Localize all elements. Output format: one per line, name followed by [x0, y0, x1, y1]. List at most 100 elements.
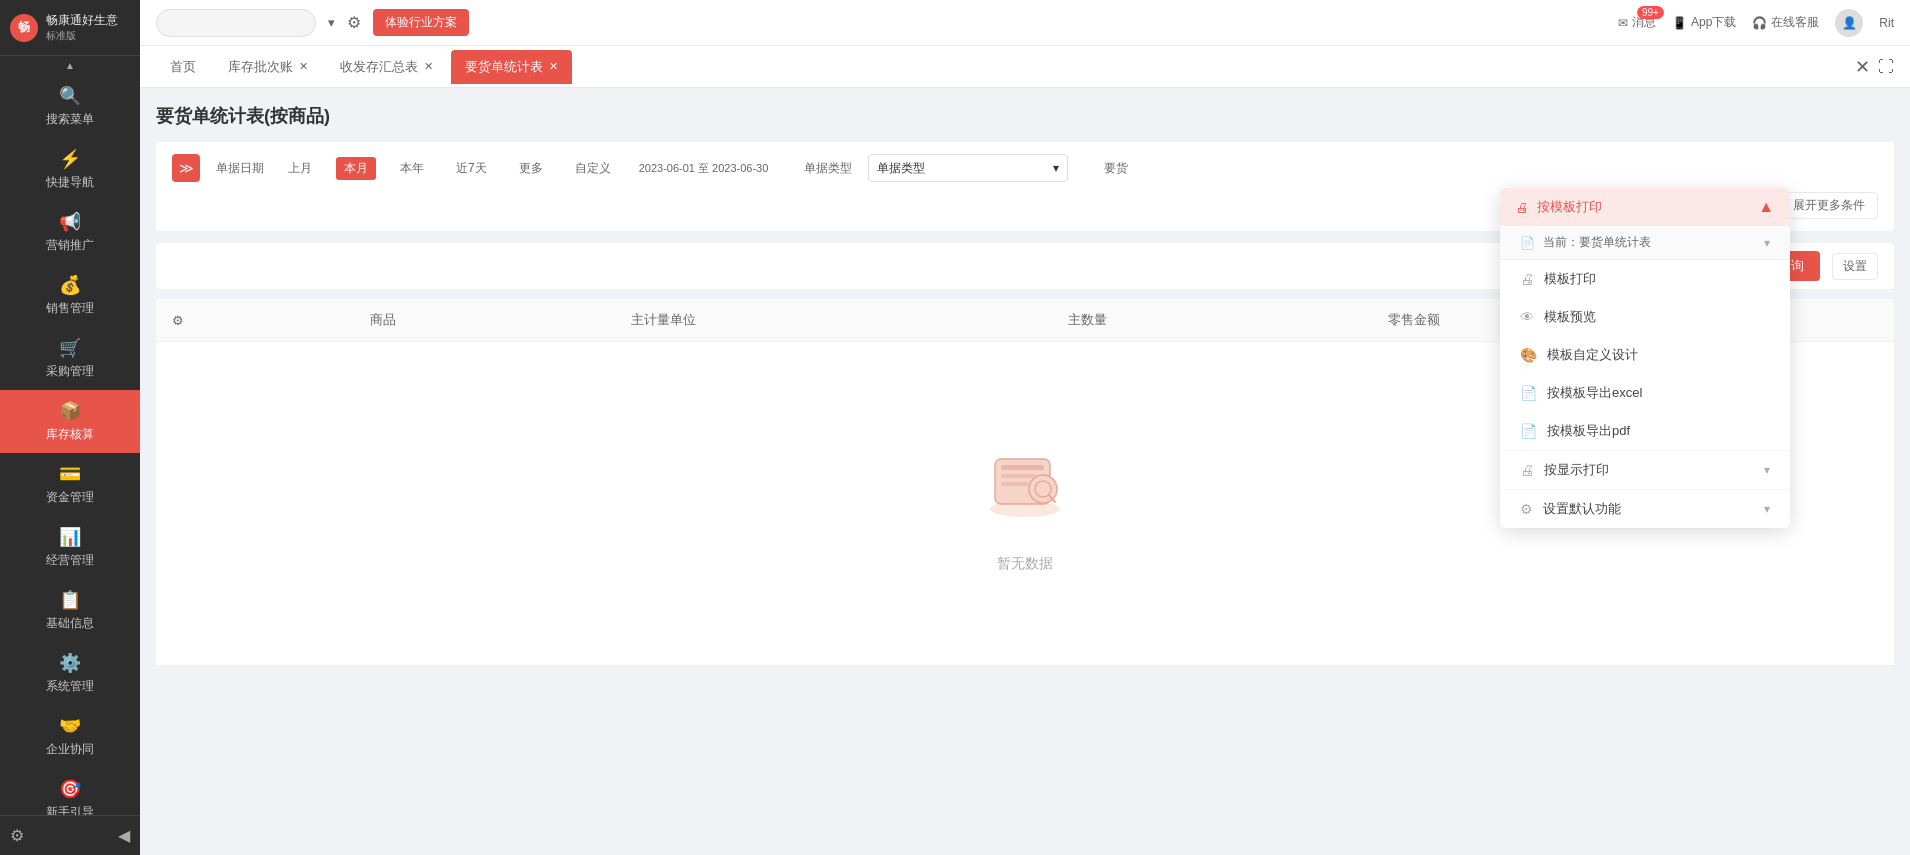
tab-home-label: 首页: [170, 58, 196, 76]
sidebar-item-label: 资金管理: [46, 489, 94, 506]
topbar-dropdown-icon[interactable]: ▾: [328, 15, 335, 30]
sidebar-item-label: 库存核算: [46, 426, 94, 443]
main-content: ▾ ⚙ 体验行业方案 ✉ 消息 99+ 📱 App下载 🎧 在线客服 👤 Rit…: [140, 0, 1910, 855]
shortcut-icon: ⚡: [59, 148, 81, 170]
tab-batch-account[interactable]: 库存批次账 ✕: [214, 50, 322, 84]
logo-text: 畅康通好生意 标准版: [46, 12, 118, 43]
order-type-dropdown-icon: ▾: [1053, 161, 1059, 175]
tab-requisition-label: 要货单统计表: [465, 58, 543, 76]
sidebar-item-label: 采购管理: [46, 363, 94, 380]
print-dropdown-item-0[interactable]: 🖨 模板打印: [1500, 260, 1790, 298]
sidebar-item-label: 营销推广: [46, 237, 94, 254]
date-btn-more[interactable]: 更多: [511, 157, 551, 180]
svg-rect-3: [1001, 474, 1036, 478]
topbar-search-input[interactable]: [156, 9, 316, 37]
trial-button[interactable]: 体验行业方案: [373, 9, 469, 36]
print-set-default-sub[interactable]: ⚙ 设置默认功能 ▾: [1500, 489, 1790, 528]
template-preview-icon: 👁: [1520, 309, 1534, 325]
display-print-arrow-icon: ▾: [1764, 463, 1770, 477]
tab-collection-summary[interactable]: 收发存汇总表 ✕: [326, 50, 447, 84]
template-pdf-label: 按模板导出pdf: [1547, 422, 1630, 440]
svg-rect-2: [1001, 465, 1044, 470]
print-dropdown-item-1[interactable]: 👁 模板预览: [1500, 298, 1790, 336]
requisition-type-label: 要货: [1104, 160, 1128, 177]
print-dropdown-header-left: 🖨 按模板打印: [1516, 198, 1602, 216]
filter-expand-button[interactable]: ≫: [172, 154, 200, 182]
sidebar-item-sales[interactable]: 💰 销售管理: [0, 264, 140, 327]
sidebar-item-marketing[interactable]: 📢 营销推广: [0, 201, 140, 264]
expand-more-label: 展开更多条件: [1793, 197, 1865, 214]
collapse-icon[interactable]: ◀: [118, 826, 130, 845]
sidebar-item-search[interactable]: 🔍 搜索菜单: [0, 75, 140, 138]
order-type-select[interactable]: 单据类型 ▾: [868, 154, 1068, 182]
message-item[interactable]: ✉ 消息 99+: [1618, 14, 1656, 31]
sidebar-item-inventory[interactable]: 📦 库存核算: [0, 390, 140, 453]
date-btn-custom[interactable]: 自定义: [567, 157, 619, 180]
print-dropdown-menu: 🖨 按模板打印 ▲ 📄 当前：要货单统计表 ▾ 🖨 模板打印 👁 模板预览: [1500, 188, 1790, 528]
sidebar-scroll-up[interactable]: ▲: [0, 56, 140, 75]
date-btn-7days[interactable]: 近7天: [448, 157, 495, 180]
sidebar-item-basic[interactable]: 📋 基础信息: [0, 579, 140, 642]
order-type-placeholder: 单据类型: [877, 160, 925, 177]
topbar-right: ✉ 消息 99+ 📱 App下载 🎧 在线客服 👤 Rit: [1618, 9, 1894, 37]
settings-icon[interactable]: ⚙: [10, 826, 24, 845]
current-template-arrow-icon: ▾: [1764, 236, 1770, 250]
tab-requisition-close-icon[interactable]: ✕: [549, 60, 558, 73]
tab-batch-close-icon[interactable]: ✕: [299, 60, 308, 73]
print-dropdown-item-3[interactable]: 📄 按模板导出excel: [1500, 374, 1790, 412]
inventory-icon: 📦: [59, 400, 81, 422]
tabbar-expand-icon[interactable]: ⛶: [1878, 58, 1894, 76]
date-btn-this-month[interactable]: 本月: [336, 157, 376, 180]
settings-button[interactable]: 设置: [1832, 253, 1878, 280]
print-dropdown-item-4[interactable]: 📄 按模板导出pdf: [1500, 412, 1790, 450]
sidebar-item-shortcut[interactable]: ⚡ 快捷导航: [0, 138, 140, 201]
operation-icon: 📊: [59, 526, 81, 548]
date-filter-label: 单据日期: [216, 160, 264, 177]
sidebar-item-guide[interactable]: 🎯 新手引导: [0, 768, 140, 815]
online-service-item[interactable]: 🎧 在线客服: [1752, 14, 1819, 31]
print-current-template[interactable]: 📄 当前：要货单统计表 ▾: [1500, 226, 1790, 260]
set-default-label: 设置默认功能: [1543, 500, 1621, 518]
print-display-sub[interactable]: 🖨 按显示打印 ▾: [1500, 450, 1790, 489]
sidebar-item-finance[interactable]: 💳 资金管理: [0, 453, 140, 516]
sidebar-item-purchase[interactable]: 🛒 采购管理: [0, 327, 140, 390]
app-download-item[interactable]: 📱 App下载: [1672, 14, 1736, 31]
print-dropdown-header[interactable]: 🖨 按模板打印 ▲: [1500, 188, 1790, 226]
logo-badge: 标准版: [46, 29, 118, 43]
date-range-display: 2023-06-01 至 2023-06-30: [639, 161, 769, 176]
date-btn-this-year[interactable]: 本年: [392, 157, 432, 180]
page-title: 要货单统计表(按商品): [156, 104, 1894, 128]
tab-requisition-stats[interactable]: 要货单统计表 ✕: [451, 50, 572, 84]
sidebar-item-operation[interactable]: 📊 经营管理: [0, 516, 140, 579]
print-dropdown-close-icon[interactable]: ▲: [1758, 198, 1774, 216]
th-gear[interactable]: ⚙: [156, 299, 354, 342]
message-badge: 99+: [1637, 6, 1664, 19]
sidebar-item-system[interactable]: ⚙️ 系统管理: [0, 642, 140, 705]
print-dropdown-item-2[interactable]: 🎨 模板自定义设计: [1500, 336, 1790, 374]
tabbar-close-icon[interactable]: ✕: [1855, 56, 1870, 78]
sidebar-item-label: 系统管理: [46, 678, 94, 695]
date-btn-last-month[interactable]: 上月: [280, 157, 320, 180]
display-print-icon: 🖨: [1520, 462, 1534, 478]
template-preview-label: 模板预览: [1544, 308, 1596, 326]
tabbar-controls: ✕ ⛶: [1855, 56, 1894, 78]
sidebar-nav: ▲ 🔍 搜索菜单 ⚡ 快捷导航 📢 营销推广 💰 销售管理 🛒 采购管理 📦 库…: [0, 56, 140, 815]
template-excel-icon: 📄: [1520, 385, 1537, 401]
sidebar-item-label: 销售管理: [46, 300, 94, 317]
th-unit: 主计量单位: [615, 299, 1052, 342]
search-icon: 🔍: [59, 85, 81, 107]
topbar-gear-icon[interactable]: ⚙: [347, 13, 361, 32]
sidebar-item-label: 经营管理: [46, 552, 94, 569]
message-icon: ✉: [1618, 16, 1628, 30]
current-template-icon: 📄: [1520, 236, 1535, 250]
requisition-label-text: 要货: [1104, 160, 1128, 177]
tab-home[interactable]: 首页: [156, 50, 210, 84]
tab-batch-label: 库存批次账: [228, 58, 293, 76]
svg-rect-4: [1001, 482, 1029, 486]
avatar[interactable]: 👤: [1835, 9, 1863, 37]
sidebar-item-collab[interactable]: 🤝 企业协同: [0, 705, 140, 768]
tab-collection-close-icon[interactable]: ✕: [424, 60, 433, 73]
empty-illustration: [975, 434, 1075, 543]
logo-name: 畅康通好生意: [46, 12, 118, 29]
th-quantity: 主数量: [1052, 299, 1372, 342]
